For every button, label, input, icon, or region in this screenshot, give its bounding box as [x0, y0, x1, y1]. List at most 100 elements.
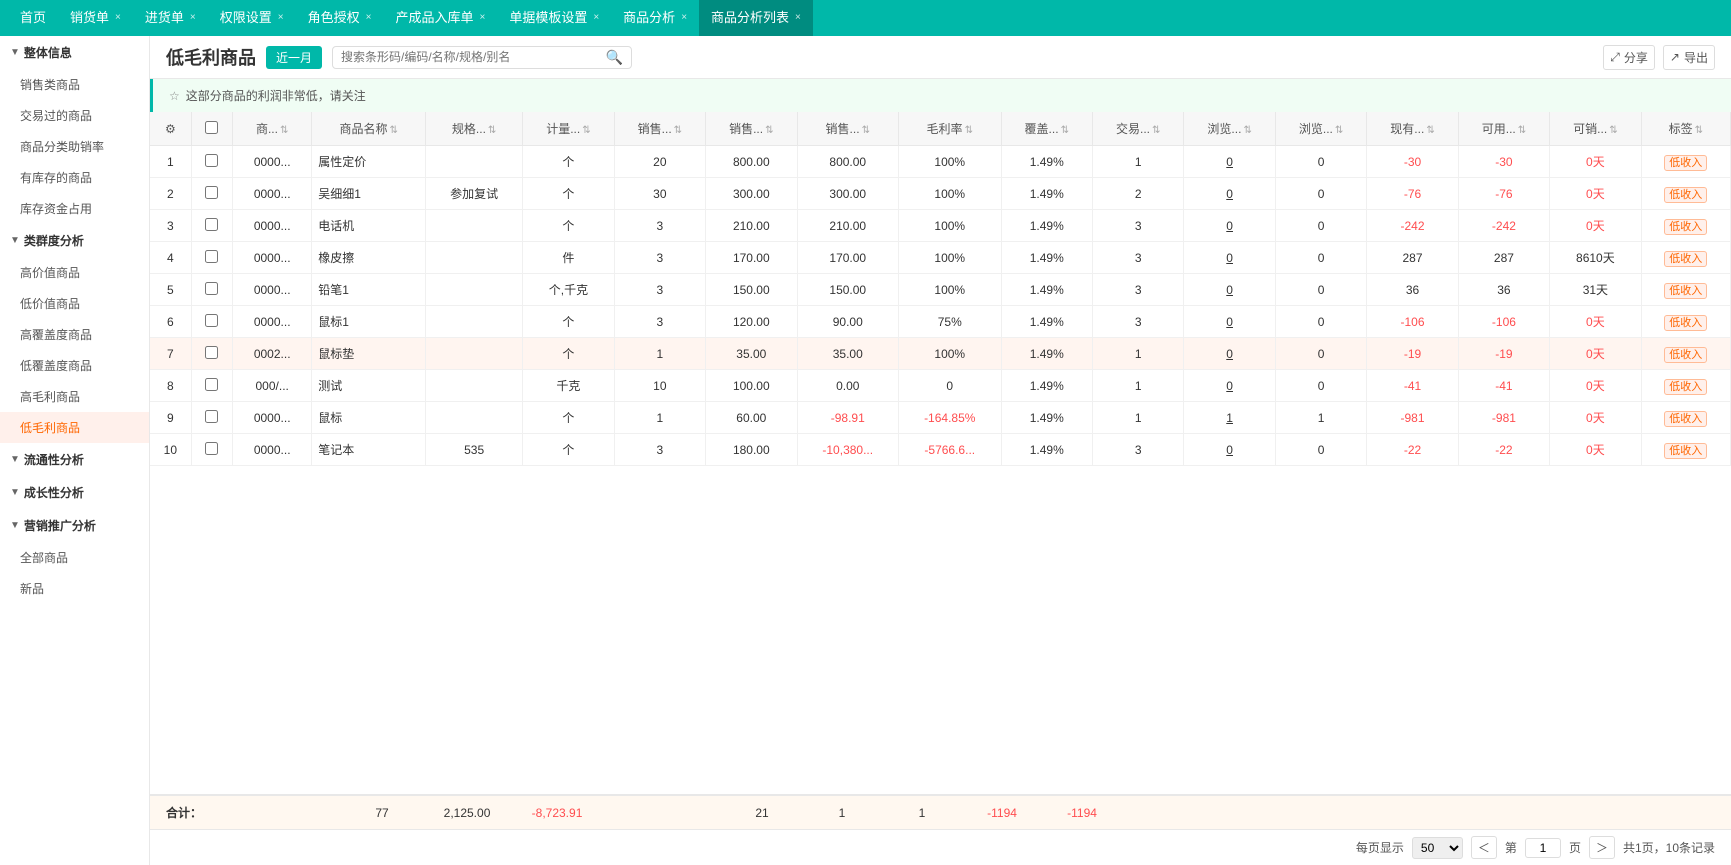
view-count-1[interactable]: 0: [1184, 242, 1275, 274]
sort-icon[interactable]: ⇅: [1426, 125, 1434, 136]
nav-close-icon[interactable]: ×: [366, 0, 372, 36]
row-checkbox[interactable]: [205, 378, 218, 391]
sort-icon[interactable]: ⇅: [1335, 125, 1343, 136]
nav-item-首页[interactable]: 首页: [8, 0, 58, 36]
view-count-1[interactable]: 0: [1184, 210, 1275, 242]
view-count-1[interactable]: 0: [1184, 146, 1275, 178]
sidebar-item-销售类商品[interactable]: 销售类商品: [0, 69, 149, 100]
sidebar-item-低覆盖度商品[interactable]: 低覆盖度商品: [0, 350, 149, 381]
col-header-settings[interactable]: ⚙: [150, 112, 191, 146]
col-header-sellable[interactable]: 可销...⇅: [1550, 112, 1641, 146]
view-count-1[interactable]: 0: [1184, 434, 1275, 466]
col-header-current_stock[interactable]: 现有...⇅: [1367, 112, 1458, 146]
nav-item-权限设置[interactable]: 权限设置×: [208, 0, 296, 36]
row-checkbox[interactable]: [205, 442, 218, 455]
row-checkbox[interactable]: [205, 314, 218, 327]
row-checkbox[interactable]: [205, 250, 218, 263]
nav-close-icon[interactable]: ×: [190, 0, 196, 36]
row-checkbox[interactable]: [205, 186, 218, 199]
row-checkbox[interactable]: [205, 346, 218, 359]
view-count-1[interactable]: 0: [1184, 338, 1275, 370]
sidebar-group-类群度分析[interactable]: ▼类群度分析: [0, 224, 149, 257]
row-checkbox[interactable]: [205, 218, 218, 231]
sort-icon[interactable]: ⇅: [1152, 125, 1160, 136]
sort-icon[interactable]: ⇅: [674, 125, 682, 136]
sidebar-item-商品分类助销率[interactable]: 商品分类助销率: [0, 131, 149, 162]
sidebar-group-成长性分析[interactable]: ▼成长性分析: [0, 476, 149, 509]
select-all-checkbox[interactable]: [205, 121, 218, 134]
nav-item-进货单[interactable]: 进货单×: [133, 0, 208, 36]
col-header-view1[interactable]: 浏览...⇅: [1184, 112, 1275, 146]
sidebar-item-交易过的商品[interactable]: 交易过的商品: [0, 100, 149, 131]
sidebar-item-高覆盖度商品[interactable]: 高覆盖度商品: [0, 319, 149, 350]
nav-close-icon[interactable]: ×: [278, 0, 284, 36]
row-checkbox[interactable]: [205, 282, 218, 295]
nav-close-icon[interactable]: ×: [681, 0, 687, 36]
col-header-name[interactable]: 商品名称⇅: [312, 112, 426, 146]
view-count-1[interactable]: 1: [1184, 402, 1275, 434]
sidebar-group-营销推广分析[interactable]: ▼营销推广分析: [0, 509, 149, 542]
page-number-input[interactable]: [1525, 838, 1561, 858]
nav-item-商品分析[interactable]: 商品分析×: [611, 0, 699, 36]
col-header-available[interactable]: 可用...⇅: [1458, 112, 1549, 146]
col-header-unit[interactable]: 计量...⇅: [523, 112, 614, 146]
col-header-transaction[interactable]: 交易...⇅: [1092, 112, 1183, 146]
row-checkbox[interactable]: [205, 154, 218, 167]
nav-item-商品分析列表[interactable]: 商品分析列表×: [699, 0, 813, 36]
sidebar-item-全部商品[interactable]: 全部商品: [0, 542, 149, 573]
sort-icon[interactable]: ⇅: [1061, 125, 1069, 136]
sidebar-item-低价值商品[interactable]: 低价值商品: [0, 288, 149, 319]
sort-icon[interactable]: ⇅: [965, 125, 973, 136]
sort-icon[interactable]: ⇅: [389, 125, 397, 136]
nav-close-icon[interactable]: ×: [479, 0, 485, 36]
col-header-sales_amount[interactable]: 销售...⇅: [706, 112, 797, 146]
sidebar-item-低毛利商品[interactable]: 低毛利商品: [0, 412, 149, 443]
nav-item-角色授权[interactable]: 角色授权×: [296, 0, 384, 36]
view-count-1[interactable]: 0: [1184, 370, 1275, 402]
col-header-gross_margin[interactable]: 毛利率⇅: [898, 112, 1001, 146]
nav-close-icon[interactable]: ×: [593, 0, 599, 36]
row-checkbox[interactable]: [205, 410, 218, 423]
sidebar-item-高价值商品[interactable]: 高价值商品: [0, 257, 149, 288]
view-count-1[interactable]: 0: [1184, 178, 1275, 210]
settings-icon[interactable]: ⚙: [165, 122, 176, 136]
nav-close-icon[interactable]: ×: [115, 0, 121, 36]
sort-icon[interactable]: ⇅: [1518, 125, 1526, 136]
share-button[interactable]: ⤢ 分享: [1603, 45, 1655, 70]
col-header-spec[interactable]: 规格...⇅: [426, 112, 523, 146]
sidebar-item-库存资金占用[interactable]: 库存资金占用: [0, 193, 149, 224]
col-header-tag[interactable]: 标签⇅: [1641, 112, 1730, 146]
next-page-button[interactable]: ＞: [1589, 836, 1615, 859]
col-header-checkbox[interactable]: [191, 112, 232, 146]
sidebar-item-高毛利商品[interactable]: 高毛利商品: [0, 381, 149, 412]
sidebar-item-有库存的商品[interactable]: 有库存的商品: [0, 162, 149, 193]
sort-icon[interactable]: ⇅: [1695, 125, 1703, 136]
filter-button[interactable]: 近一月: [266, 46, 322, 69]
sort-icon[interactable]: ⇅: [1609, 125, 1617, 136]
col-header-sales_profit[interactable]: 销售...⇅: [797, 112, 898, 146]
sort-icon[interactable]: ⇅: [488, 125, 496, 136]
sort-icon[interactable]: ⇅: [765, 125, 773, 136]
page-size-select[interactable]: 50 100 200: [1412, 837, 1463, 859]
col-header-sales_count[interactable]: 销售...⇅: [614, 112, 705, 146]
sort-icon[interactable]: ⇅: [582, 125, 590, 136]
sidebar-group-流通性分析[interactable]: ▼流通性分析: [0, 443, 149, 476]
col-header-code[interactable]: 商...⇅: [233, 112, 312, 146]
col-header-view2[interactable]: 浏览...⇅: [1275, 112, 1366, 146]
sidebar-item-新品[interactable]: 新品: [0, 573, 149, 604]
prev-page-button[interactable]: ＜: [1471, 836, 1497, 859]
sort-icon[interactable]: ⇅: [280, 125, 288, 136]
sidebar-group-整体信息[interactable]: ▼整体信息: [0, 36, 149, 69]
sort-icon[interactable]: ⇅: [1243, 125, 1251, 136]
search-icon[interactable]: 🔍: [606, 49, 623, 66]
export-button[interactable]: ↗ 导出: [1663, 45, 1715, 70]
col-header-coverage[interactable]: 覆盖...⇅: [1001, 112, 1092, 146]
sort-icon[interactable]: ⇅: [862, 125, 870, 136]
nav-item-销货单[interactable]: 销货单×: [58, 0, 133, 36]
view-count-1[interactable]: 0: [1184, 274, 1275, 306]
view-count-1[interactable]: 0: [1184, 306, 1275, 338]
nav-item-产成品入库单[interactable]: 产成品入库单×: [383, 0, 497, 36]
nav-close-icon[interactable]: ×: [795, 0, 801, 36]
search-input[interactable]: [341, 50, 606, 64]
nav-item-单据模板设置[interactable]: 单据模板设置×: [497, 0, 611, 36]
